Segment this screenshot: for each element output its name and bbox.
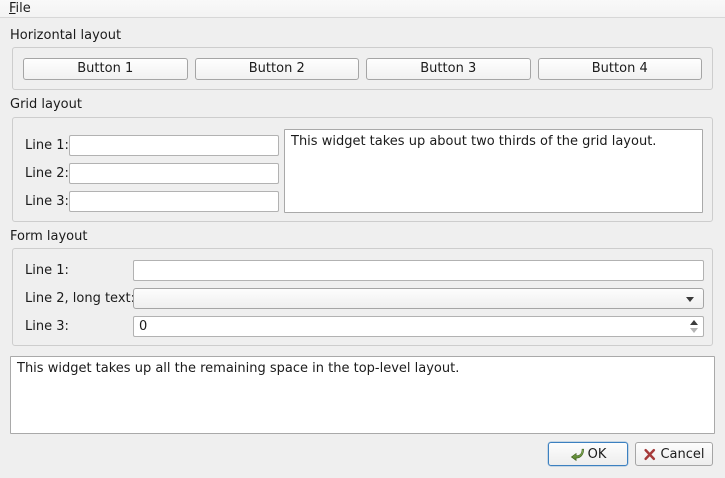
groupbox-title-form: Form layout xyxy=(10,229,88,244)
grid-line3-label: Line 3: xyxy=(25,194,69,209)
grid-line1-input[interactable] xyxy=(69,135,279,156)
button-4[interactable]: Button 4 xyxy=(537,57,702,80)
button-3[interactable]: Button 3 xyxy=(366,57,531,80)
grid-line3-input[interactable] xyxy=(69,191,279,212)
groupbox-form: Line 1: Line 2, long text: Line 3: 0 xyxy=(12,248,713,346)
ok-green-arrow-icon xyxy=(570,448,584,461)
button-2[interactable]: Button 2 xyxy=(194,57,359,80)
form-line2-label: Line 2, long text: xyxy=(25,291,135,306)
form-line3-spinbox[interactable]: 0 xyxy=(133,316,704,337)
form-line2-combobox[interactable] xyxy=(133,288,704,309)
groupbox-grid: Line 1: Line 2: Line 3: This widget take… xyxy=(12,117,713,222)
ok-button-label: OK xyxy=(587,446,607,462)
chevron-down-icon xyxy=(686,297,694,302)
grid-line2-label: Line 2: xyxy=(25,166,69,181)
cancel-button[interactable]: Cancel xyxy=(635,442,713,466)
grid-line2-input[interactable] xyxy=(69,163,279,184)
menu-file-rest: ile xyxy=(15,1,31,16)
ok-button[interactable]: OK xyxy=(548,442,628,466)
form-line3-label: Line 3: xyxy=(25,319,69,334)
spinbox-value: 0 xyxy=(139,319,148,334)
form-line1-label: Line 1: xyxy=(25,263,69,278)
button-1[interactable]: Button 1 xyxy=(23,57,188,80)
groupbox-horizontal: Button 1 Button 2 Button 3 Button 4 xyxy=(12,47,713,90)
spinbox-buttons xyxy=(686,318,702,335)
menubar: File xyxy=(0,0,725,18)
form-line1-input[interactable] xyxy=(133,260,704,281)
spin-up-icon[interactable] xyxy=(690,320,698,325)
groupbox-title-horizontal: Horizontal layout xyxy=(10,28,122,43)
grid-textedit[interactable]: This widget takes up about two thirds of… xyxy=(284,129,703,213)
groupbox-title-grid: Grid layout xyxy=(10,97,82,112)
spin-down-icon[interactable] xyxy=(690,328,698,333)
bottom-textedit-text: This widget takes up all the remaining s… xyxy=(17,361,460,376)
cancel-button-label: Cancel xyxy=(660,446,705,462)
dialog-window: { "menubar": { "file": { "mnemonic": "F"… xyxy=(0,0,725,478)
bottom-textedit[interactable]: This widget takes up all the remaining s… xyxy=(10,356,715,434)
menu-file[interactable]: File xyxy=(3,0,37,18)
grid-line1-label: Line 1: xyxy=(25,138,69,153)
cancel-red-cross-icon xyxy=(644,448,656,460)
grid-textedit-text: This widget takes up about two thirds of… xyxy=(291,134,657,149)
